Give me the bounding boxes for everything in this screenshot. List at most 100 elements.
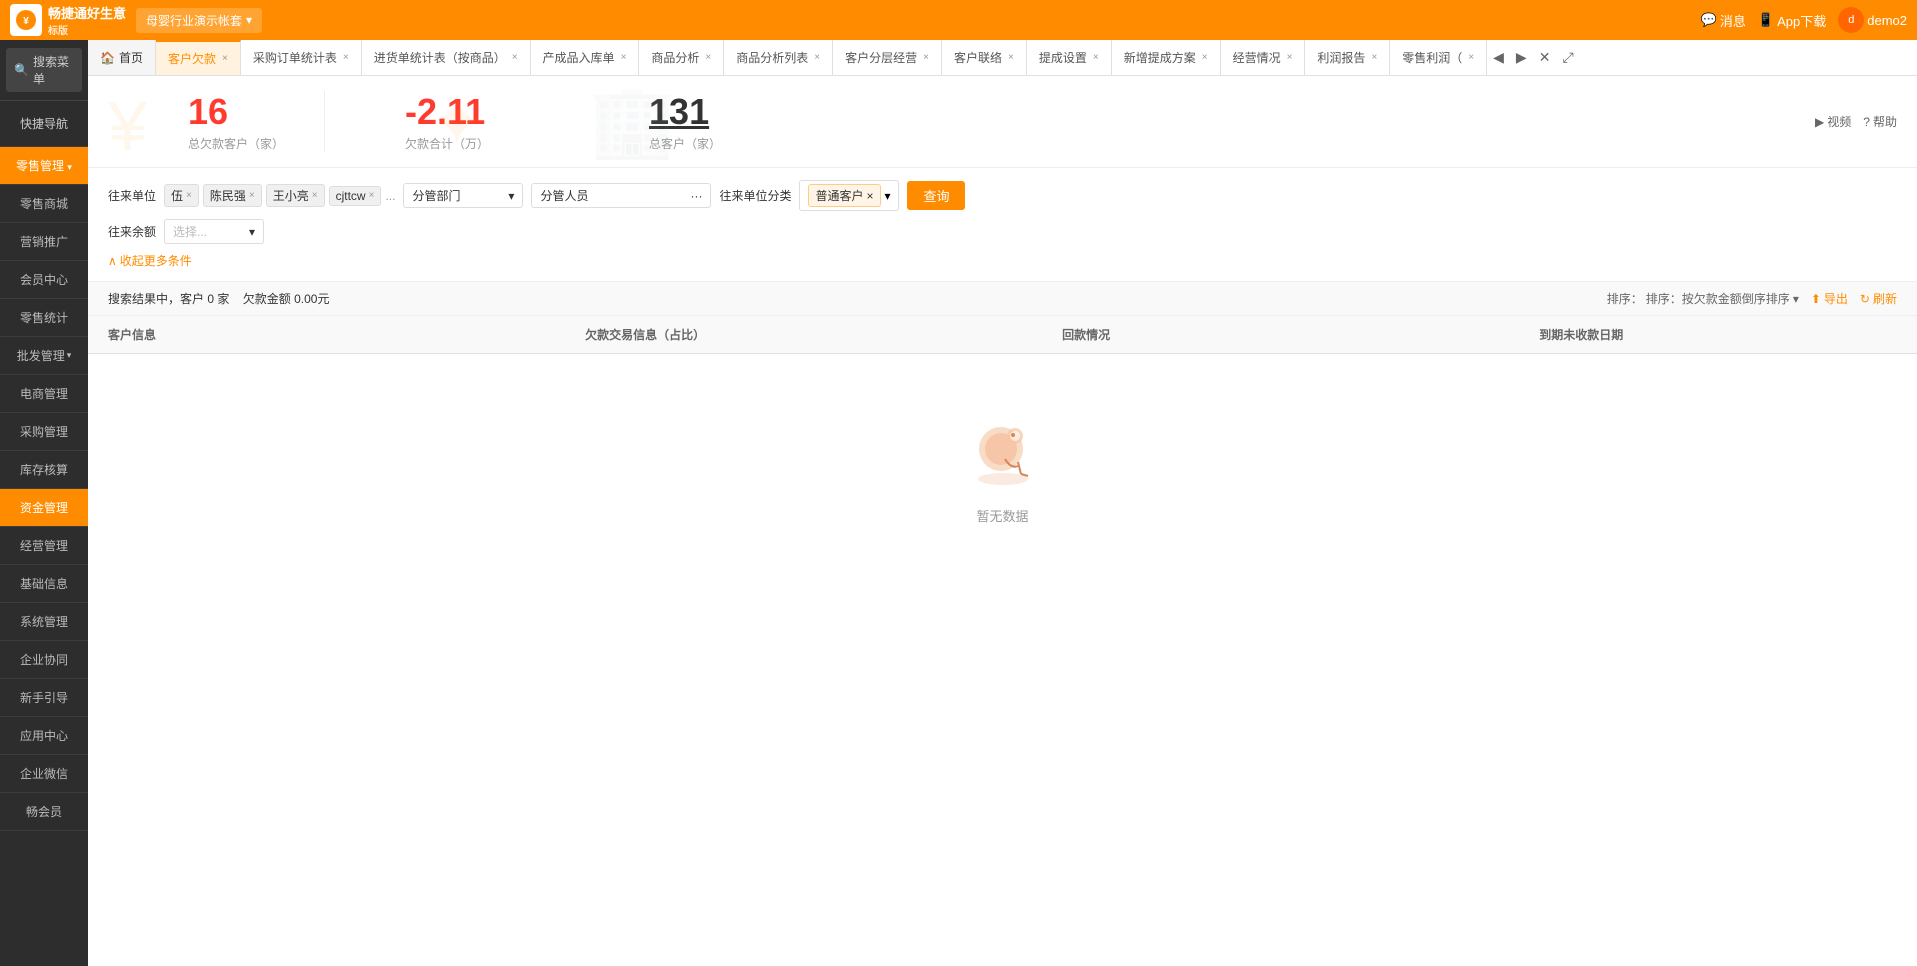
user-menu[interactable]: d demo2 — [1838, 7, 1907, 33]
tab-close-btn-11[interactable]: × — [1287, 52, 1293, 63]
more-tags-btn[interactable]: ... — [385, 189, 395, 203]
dept-placeholder: 分管部门 — [412, 187, 460, 204]
sidebar-item-enterprise-wechat[interactable]: 企业微信 — [0, 755, 88, 793]
sort-btn[interactable]: 排序： 排序：按欠款金额倒序排序 ▾ — [1607, 290, 1799, 307]
stat-right-area: 🏢 131 总客户（家） — [589, 91, 801, 152]
tab-customer-debt[interactable]: 客户欠款 × — [156, 40, 241, 76]
sidebar-item-system-mgmt[interactable]: 系统管理 — [0, 603, 88, 641]
export-btn[interactable]: ⬆ 导出 — [1811, 290, 1848, 307]
tag-cjttcw: cjttcw × — [329, 186, 382, 206]
sidebar-item-finance[interactable]: 资金管理 — [0, 489, 88, 527]
tab-close-btn[interactable]: × — [222, 53, 228, 64]
result-info: 搜索结果中，客户 0 家 欠款金额 0.00元 — [108, 290, 329, 307]
tab-customer-tier[interactable]: 客户分层经营 × — [833, 40, 942, 76]
tab-close-btn-2[interactable]: × — [343, 52, 349, 63]
remove-tag-wang[interactable]: × — [312, 190, 318, 201]
customer-count: 0 — [207, 292, 214, 306]
search-menu-btn[interactable]: 🔍 搜索菜单 — [6, 48, 82, 92]
tab-purchase-order[interactable]: 采购订单统计表 × — [241, 40, 362, 76]
collapse-filter-btn[interactable]: ∧ 收起更多条件 — [108, 252, 192, 269]
app-download-btn[interactable]: 📱 App下载 — [1758, 11, 1826, 30]
sidebar-item-retail-mall[interactable]: 零售商城 — [0, 185, 88, 223]
tab-customer-contact[interactable]: 客户联络 × — [942, 40, 1027, 76]
sidebar-item-retail-stats[interactable]: 零售统计 — [0, 299, 88, 337]
filter-area: 往来单位 伍 × 陈民强 × 王小亮 — [88, 168, 1917, 282]
sidebar-item-basic-info[interactable]: 基础信息 — [0, 565, 88, 603]
account-dropdown[interactable]: 母婴行业演示帐套 ▾ — [136, 8, 262, 33]
tab-product-analysis-list[interactable]: 商品分析列表 × — [724, 40, 833, 76]
remove-tag-cjttcw[interactable]: × — [369, 190, 375, 201]
query-button[interactable]: 查询 — [907, 181, 965, 210]
tab-operations[interactable]: 经营情况 × — [1221, 40, 1306, 76]
sort-icon: ▾ — [1793, 292, 1799, 306]
col-header-debt: 欠款交易信息（占比） — [585, 326, 1062, 343]
tab-close-btn-6[interactable]: × — [814, 52, 820, 63]
search-icon: 🔍 — [14, 63, 29, 77]
stat-value-customers: 16 — [188, 91, 228, 133]
tab-stock-stats[interactable]: 进货单统计表（按商品） × — [362, 40, 531, 76]
tab-prev-btn[interactable]: ◀ — [1487, 49, 1510, 66]
tab-expand-btn[interactable]: ⤢ — [1556, 49, 1579, 66]
tab-close-btn-10[interactable]: × — [1202, 52, 1208, 63]
tag-chen: 陈民强 × — [203, 184, 262, 207]
tab-close-all-btn[interactable]: ✕ — [1533, 49, 1557, 66]
sidebar-item-enterprise-collab[interactable]: 企业协同 — [0, 641, 88, 679]
chevron-down-icon: ▾ — [246, 13, 252, 27]
sidebar-item-marketing[interactable]: 营销推广 — [0, 223, 88, 261]
tab-close-btn-13[interactable]: × — [1468, 52, 1474, 63]
sidebar-item-ecommerce[interactable]: 电商管理 — [0, 375, 88, 413]
export-icon: ⬆ — [1811, 292, 1821, 306]
sidebar-item-chang-member[interactable]: 畅会员 — [0, 793, 88, 831]
content-area: 🏠 首页 客户欠款 × 采购订单统计表 × 进货单统计表（按商品） × 产成品入… — [88, 40, 1917, 966]
tab-close-btn-9[interactable]: × — [1093, 52, 1099, 63]
tab-home[interactable]: 🏠 首页 — [88, 40, 156, 76]
doc-help-btn[interactable]: ? 帮助 — [1863, 113, 1897, 130]
balance-dropdown[interactable]: 选择... ▾ — [164, 219, 264, 244]
remove-tag-chen[interactable]: × — [249, 190, 255, 201]
tab-product-inbound[interactable]: 产成品入库单 × — [531, 40, 640, 76]
tag-wu: 伍 × — [164, 184, 199, 207]
remove-tag-wu[interactable]: × — [186, 190, 192, 201]
sidebar-item-wholesale-mgmt[interactable]: 批发管理 ▾ — [0, 337, 88, 375]
tab-product-analysis[interactable]: 商品分析 × — [639, 40, 724, 76]
sidebar: 🔍 搜索菜单 快捷导航 零售管理 ▾ 零售商城 营销推广 会员 — [0, 40, 88, 966]
logo: ¥ 畅捷通好生意 标版 — [10, 3, 126, 37]
tab-close-btn-12[interactable]: × — [1371, 52, 1377, 63]
tag-wang: 王小亮 × — [266, 184, 325, 207]
stats-row-actions: ▶ 视频 ? 帮助 — [1815, 113, 1897, 130]
balance-placeholder: 选择... — [173, 223, 207, 240]
chevron-icon: ▾ — [67, 162, 72, 172]
account-label: 母婴行业演示帐套 — [146, 12, 242, 29]
message-btn[interactable]: 💬 消息 — [1701, 11, 1746, 30]
tab-close-btn-5[interactable]: × — [705, 52, 711, 63]
video-icon: ▶ — [1815, 115, 1824, 129]
result-bar: 搜索结果中，客户 0 家 欠款金额 0.00元 排序： 排序：按欠款金额倒序排序… — [88, 282, 1917, 316]
remove-classify-tag[interactable]: × — [866, 189, 873, 203]
tab-commission-settings[interactable]: 提成设置 × — [1027, 40, 1112, 76]
refresh-btn[interactable]: ↻ 刷新 — [1860, 290, 1897, 307]
sidebar-item-app-center[interactable]: 应用中心 — [0, 717, 88, 755]
tab-next-btn[interactable]: ▶ — [1510, 49, 1533, 66]
classify-dropdown[interactable]: 普通客户 × ▾ — [799, 180, 899, 211]
tab-profit-report[interactable]: 利润报告 × — [1305, 40, 1390, 76]
bg-icon-right: 🏢 — [589, 81, 676, 163]
tab-close-btn-8[interactable]: × — [1008, 52, 1014, 63]
sidebar-item-retail-mgmt[interactable]: 零售管理 ▾ — [0, 147, 88, 185]
sidebar-item-purchase[interactable]: 采购管理 — [0, 413, 88, 451]
tab-close-btn-3[interactable]: × — [512, 52, 518, 63]
chevron-up-icon: ∧ — [108, 254, 117, 268]
dept-dropdown[interactable]: 分管部门 ▾ — [403, 183, 523, 208]
video-help-btn[interactable]: ▶ 视频 — [1815, 113, 1851, 130]
quick-nav-btn[interactable]: 快捷导航 — [6, 109, 82, 138]
tab-close-btn-4[interactable]: × — [621, 52, 627, 63]
tab-retail-profit[interactable]: 零售利润（ × — [1390, 40, 1487, 76]
sidebar-item-inventory[interactable]: 库存核算 — [0, 451, 88, 489]
quick-nav-area: 快捷导航 — [0, 101, 88, 147]
sidebar-item-member-center[interactable]: 会员中心 — [0, 261, 88, 299]
tab-new-commission[interactable]: 新增提成方案 × — [1112, 40, 1221, 76]
person-input[interactable]: 分管人员 ··· — [531, 183, 711, 208]
col-header-repay: 回款情况 — [1062, 326, 1539, 343]
sidebar-item-newbie-guide[interactable]: 新手引导 — [0, 679, 88, 717]
tab-close-btn-7[interactable]: × — [923, 52, 929, 63]
sidebar-item-operations[interactable]: 经营管理 — [0, 527, 88, 565]
